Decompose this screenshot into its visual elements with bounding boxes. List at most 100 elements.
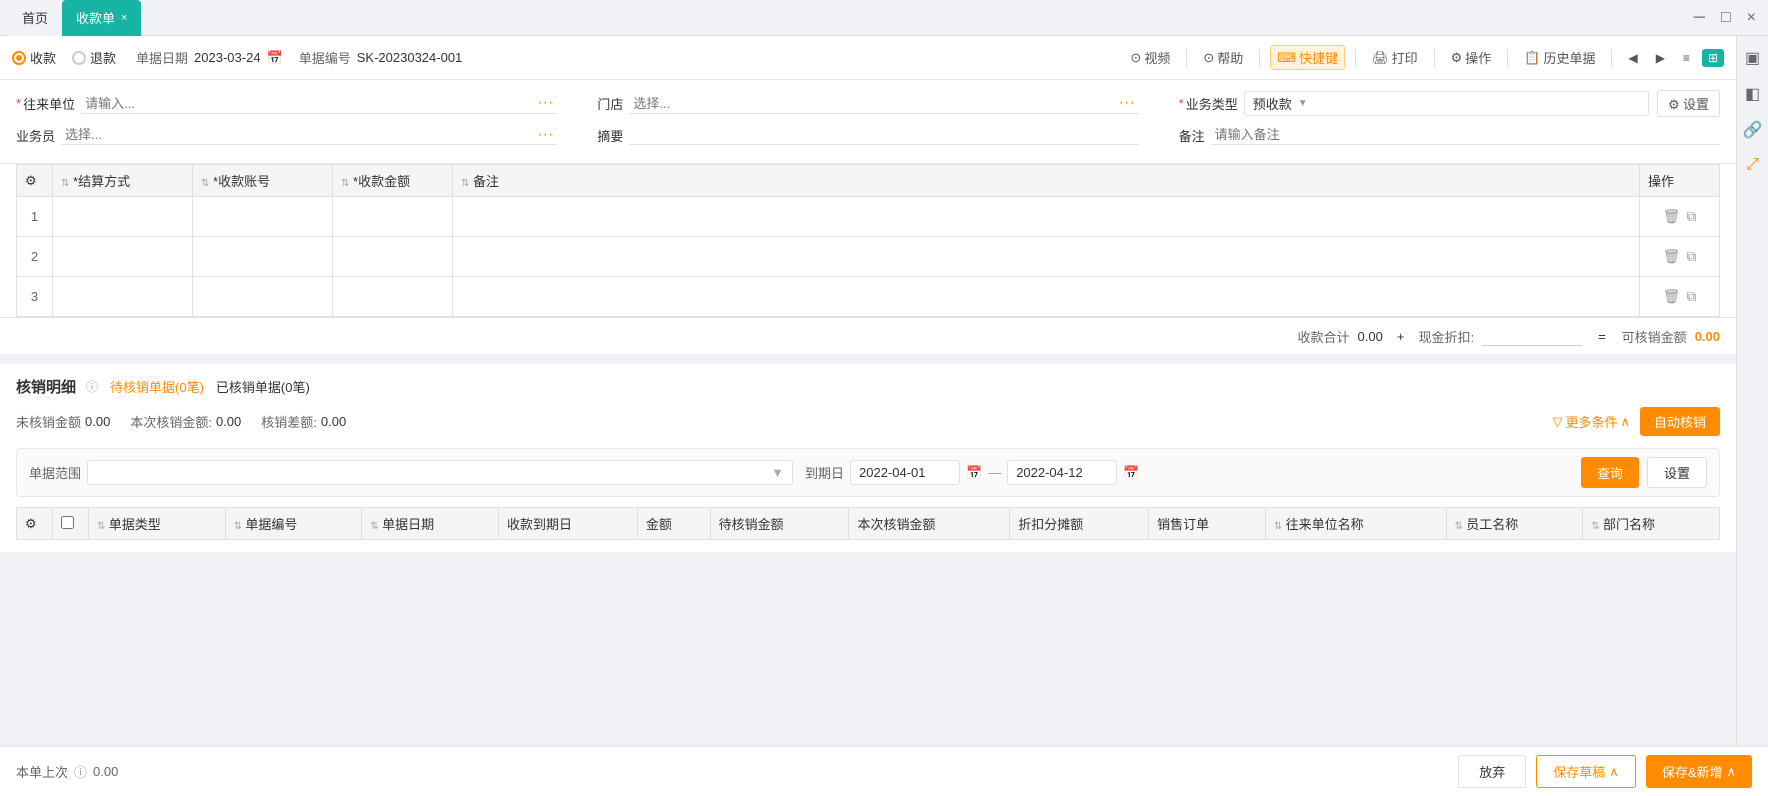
footer-info-icon[interactable]: ⓘ — [74, 762, 87, 781]
row-2-amount[interactable] — [333, 237, 453, 277]
range-select[interactable]: ▼ — [87, 460, 793, 485]
sort-icon-remark[interactable]: ⇅ — [461, 178, 469, 189]
row-3-account[interactable] — [193, 277, 333, 317]
maximize-button[interactable]: □ — [1717, 9, 1735, 27]
save-new-button[interactable]: 保存&新增 ∧ — [1646, 755, 1752, 788]
discount-input[interactable] — [1482, 326, 1582, 346]
row-2-remark[interactable] — [453, 237, 1640, 277]
sort-icon-dept[interactable]: ⇅ — [1591, 521, 1599, 532]
select-all-checkbox[interactable] — [61, 516, 74, 529]
table-row: 2 🗑 ⧉ — [17, 237, 1720, 277]
row-3-num: 3 — [17, 277, 53, 317]
abandon-button[interactable]: 放弃 — [1458, 755, 1526, 788]
footer-info: 本单上次 ⓘ 0.00 — [16, 762, 118, 781]
row-1-account[interactable] — [193, 197, 333, 237]
date-value[interactable]: 2023-03-24 — [194, 50, 261, 65]
col-pending-header: 待核销金额 — [710, 508, 849, 540]
done-tab-link[interactable]: 已核销单据(0笔) — [214, 377, 310, 396]
receipt-radio[interactable]: 收款 — [12, 48, 56, 67]
filter-icon: ▽ — [1552, 414, 1562, 430]
pending-tab-link[interactable]: 待核销单据(0笔) — [108, 377, 204, 396]
auto-reconcile-button[interactable]: 自动核销 — [1640, 407, 1720, 436]
staff-more-button[interactable]: ··· — [533, 126, 557, 144]
row-2-account[interactable] — [193, 237, 333, 277]
sort-icon-method[interactable]: ⇅ — [61, 178, 69, 189]
row-1-method[interactable] — [53, 197, 193, 237]
help-button[interactable]: ⊙ 帮助 — [1197, 46, 1249, 69]
calendar-icon[interactable]: 📅 — [267, 50, 283, 66]
reconcile-info-icon[interactable]: ⓘ — [86, 378, 98, 395]
store-more-button[interactable]: ··· — [1115, 94, 1139, 112]
store-input[interactable] — [629, 94, 1114, 113]
row-3-amount[interactable] — [333, 277, 453, 317]
row-2-copy-button[interactable]: ⧉ — [1686, 248, 1696, 265]
save-new-chevron-icon: ∧ — [1726, 764, 1736, 780]
form-area: * 往来单位 ··· 门店 ··· * 业务类型 预收款 ▼ — [0, 80, 1736, 164]
row-1-amount[interactable] — [333, 197, 453, 237]
row-1-delete-button[interactable]: 🗑 — [1663, 208, 1681, 225]
staff-input[interactable] — [61, 125, 533, 144]
date-to-input[interactable] — [1007, 460, 1117, 485]
calendar-from-icon[interactable]: 📅 — [966, 465, 982, 481]
plus-sign: + — [1397, 329, 1405, 344]
row-3-delete-button[interactable]: 🗑 — [1663, 288, 1681, 305]
save-draft-button[interactable]: 保存草稿 ∧ — [1536, 755, 1636, 788]
operation-button[interactable]: ⚙ 操作 — [1445, 46, 1498, 69]
sidebar-icon-2[interactable]: ◧ — [1741, 80, 1764, 108]
history-button[interactable]: 📋 历史单据 — [1518, 46, 1601, 69]
col-settings-header[interactable]: ⚙ — [17, 165, 53, 197]
col-dept-header: ⇅ 部门名称 — [1583, 508, 1720, 540]
sidebar-icon-4[interactable]: ⤢ — [1742, 152, 1763, 178]
date-from-input[interactable] — [850, 460, 960, 485]
settings-button[interactable]: ⚙ 设置 — [1657, 90, 1720, 117]
staff-field: 业务员 ··· — [16, 125, 557, 145]
remark-input[interactable] — [1211, 125, 1720, 144]
sort-icon-account[interactable]: ⇅ — [201, 178, 209, 189]
sort-icon-date[interactable]: ⇅ — [370, 521, 378, 532]
sort-icon-partner[interactable]: ⇅ — [1274, 521, 1282, 532]
tab-close-icon[interactable]: × — [121, 12, 127, 24]
query-button[interactable]: 查询 — [1581, 457, 1639, 488]
row-3-actions: 🗑 ⧉ — [1640, 277, 1720, 317]
tab-receipt[interactable]: 收款单 × — [62, 0, 141, 36]
sort-icon-type[interactable]: ⇅ — [97, 521, 105, 532]
col-type-header: ⇅ 单据类型 — [89, 508, 226, 540]
nav-prev-button[interactable]: ◀ — [1622, 49, 1643, 67]
layout-button[interactable]: ≡ — [1677, 49, 1696, 67]
number-value[interactable]: SK-20230324-001 — [357, 50, 463, 65]
sort-icon-amount[interactable]: ⇅ — [341, 178, 349, 189]
calendar-to-icon[interactable]: 📅 — [1123, 465, 1139, 481]
video-button[interactable]: ⊙ 视频 — [1124, 46, 1176, 69]
summary-input[interactable] — [629, 125, 1138, 144]
refund-radio[interactable]: 退款 — [72, 48, 116, 67]
partner-input[interactable] — [81, 94, 533, 113]
reconcile-section: 核销明细 ⓘ 待核销单据(0笔) 已核销单据(0笔) 未核销金额 0.00 本次… — [0, 362, 1736, 552]
row-3-copy-button[interactable]: ⧉ — [1686, 288, 1696, 305]
due-date-label: 到期日 — [805, 463, 844, 482]
row-1-copy-button[interactable]: ⧉ — [1686, 208, 1696, 225]
settings-gear-icon[interactable]: ⚙ — [25, 173, 37, 188]
grid-button[interactable]: ⊞ — [1702, 49, 1724, 67]
biz-type-select[interactable]: 预收款 ▼ — [1244, 91, 1649, 116]
row-2-method[interactable] — [53, 237, 193, 277]
print-button[interactable]: 🖨 打印 — [1366, 46, 1424, 69]
settings-icon-bottom[interactable]: ⚙ — [25, 516, 37, 531]
row-1-remark[interactable] — [453, 197, 1640, 237]
unchecked-value: 0.00 — [85, 414, 110, 429]
sort-icon-number[interactable]: ⇅ — [234, 521, 242, 532]
partner-more-button[interactable]: ··· — [533, 94, 557, 112]
reconcile-settings-button[interactable]: 设置 — [1647, 457, 1707, 488]
nav-next-button[interactable]: ▶ — [1650, 49, 1671, 67]
row-2-delete-button[interactable]: 🗑 — [1663, 248, 1681, 265]
tab-home[interactable]: 首页 — [8, 0, 62, 36]
row-3-remark[interactable] — [453, 277, 1640, 317]
checkbox-col-header: ⚙ — [17, 508, 53, 540]
minimize-button[interactable]: ─ — [1690, 9, 1709, 27]
sidebar-icon-3[interactable]: 🔗 — [1739, 116, 1767, 144]
shortcut-button[interactable]: ⌨ 快捷键 — [1270, 45, 1345, 70]
row-3-method[interactable] — [53, 277, 193, 317]
sort-icon-staff[interactable]: ⇅ — [1455, 521, 1463, 532]
more-conditions-button[interactable]: ▽ 更多条件 ∧ — [1552, 412, 1630, 431]
window-close-button[interactable]: × — [1743, 9, 1760, 27]
sidebar-icon-1[interactable]: ▣ — [1741, 44, 1764, 72]
